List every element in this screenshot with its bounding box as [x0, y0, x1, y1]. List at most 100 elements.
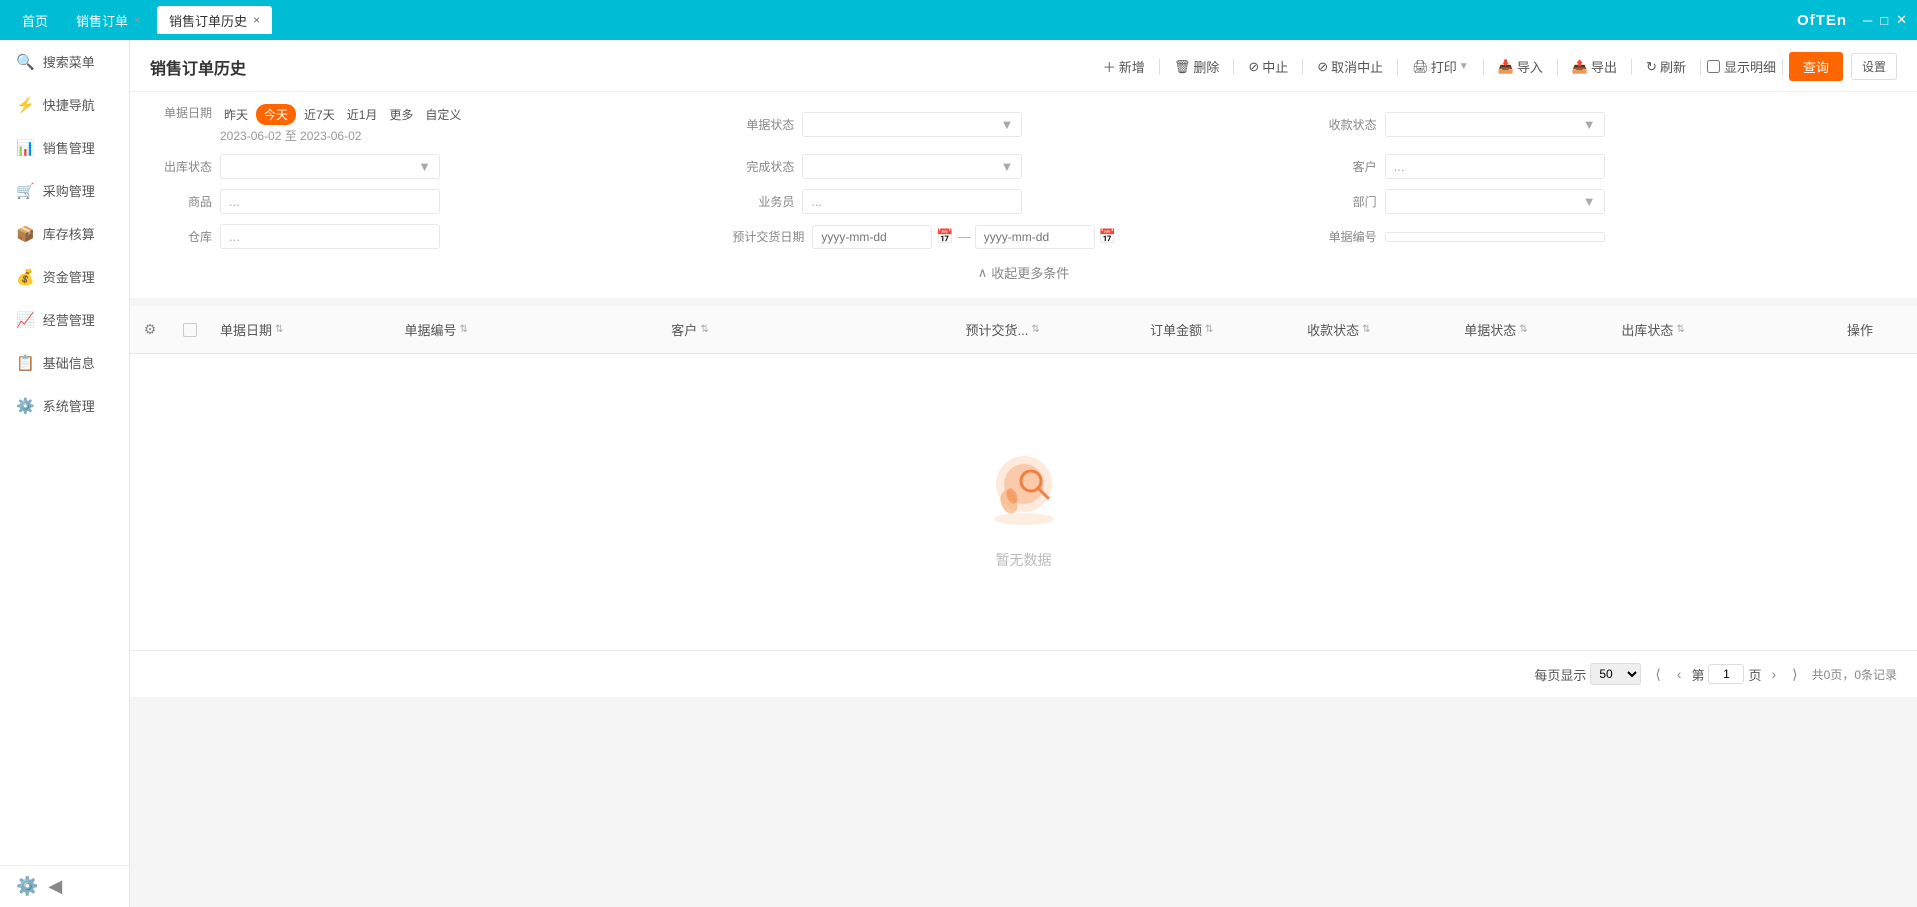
sidebar-item-system-mgmt[interactable]: ⚙️ 系统管理 [0, 384, 129, 427]
delivery-date-end-input[interactable] [975, 225, 1095, 249]
print-button[interactable]: 🖨 打印 ▼ [1404, 53, 1476, 80]
tab-sales-order-history[interactable]: 销售订单历史 × [157, 6, 272, 34]
filter-payment-status-group: 收款状态 ▼ [1315, 112, 1897, 137]
per-page-select[interactable]: 50 10 20 100 [1590, 663, 1641, 685]
th-date[interactable]: 单据日期 ⇅ [210, 314, 395, 345]
th-doc-status-label: 单据状态 [1464, 320, 1516, 339]
th-num-sort-icon: ⇅ [460, 324, 468, 335]
collapse-btn[interactable]: ∧ 收起更多条件 [978, 263, 1070, 282]
th-delivery[interactable]: 预计交货... ⇅ [956, 314, 1141, 345]
refresh-button[interactable]: ↻ 刷新 [1638, 53, 1694, 80]
calendar-end-icon[interactable]: 📅 [1099, 228, 1116, 245]
tab-sales-order-close[interactable]: × [134, 13, 141, 27]
doc-status-select[interactable]: ▼ [802, 112, 1022, 137]
settings-button[interactable]: 设置 [1851, 53, 1897, 80]
date-7days[interactable]: 近7天 [300, 104, 339, 125]
sidebar-item-inventory[interactable]: 📦 库存核算 [0, 212, 129, 255]
query-button[interactable]: 查询 [1789, 52, 1843, 81]
delete-button[interactable]: 🗑 删除 [1166, 53, 1228, 80]
payment-status-select[interactable]: ▼ [1385, 112, 1605, 137]
window-maximize[interactable]: □ [1880, 13, 1888, 28]
sidebar-item-operation[interactable]: 📈 经营管理 [0, 298, 129, 341]
display-cols-checkbox[interactable] [1707, 60, 1720, 73]
sidebar-item-system-mgmt-label: 系统管理 [43, 396, 95, 415]
sidebar-item-inventory-label: 库存核算 [43, 224, 95, 243]
delivery-date-label: 预计交货日期 [732, 228, 812, 245]
customer-input[interactable]: ... [1385, 154, 1605, 179]
page-first-btn[interactable]: ⟨ [1649, 664, 1666, 685]
tab-sales-order-history-close[interactable]: × [253, 13, 260, 27]
display-cols-checkbox-wrap[interactable]: 显示明细 [1707, 57, 1776, 76]
date-control: 昨天 今天 近7天 近1月 更多 自定义 2023-06-02 至 2023-0… [220, 104, 465, 144]
th-client[interactable]: 客户 ⇅ [661, 314, 955, 345]
date-yesterday[interactable]: 昨天 [220, 104, 252, 125]
date-more[interactable]: 更多 [385, 104, 417, 125]
salesman-input[interactable]: ... [802, 189, 1022, 214]
th-pay-status[interactable]: 收款状态 ⇅ [1297, 314, 1454, 345]
sidebar: 🔍 搜索菜单 ⚡ 快捷导航 📊 销售管理 🛒 采购管理 📦 库存核算 💰 资金管… [0, 40, 130, 907]
date-1month[interactable]: 近1月 [343, 104, 382, 125]
cancel-stop-button[interactable]: ⊘ 取消中止 [1309, 53, 1391, 80]
filter-warehouse-group: 仓库 ... [150, 224, 732, 249]
divider-1 [1159, 59, 1160, 75]
sidebar-item-search-menu[interactable]: 🔍 搜索菜单 [0, 40, 129, 83]
th-pay-status-sort-icon: ⇅ [1362, 324, 1370, 335]
filter-date-group: 单据日期 昨天 今天 近7天 近1月 更多 自定义 2023-06-02 至 2… [150, 104, 732, 144]
sidebar-settings-btn[interactable]: ⚙️ [16, 876, 38, 897]
th-client-label: 客户 [671, 320, 697, 339]
dept-select[interactable]: ▼ [1385, 189, 1605, 214]
out-status-select[interactable]: ▼ [220, 154, 440, 179]
delivery-date-start-input[interactable] [812, 225, 932, 249]
chevron-up-icon: ∧ [978, 265, 988, 281]
import-button[interactable]: 📥 导入 [1490, 53, 1551, 80]
sidebar-collapse-btn[interactable]: ◀ [48, 876, 62, 897]
collapse-row: ∧ 收起更多条件 [150, 259, 1897, 286]
divider-7 [1631, 59, 1632, 75]
date-label: 单据日期 [150, 104, 220, 121]
th-amount[interactable]: 订单金额 ⇅ [1140, 314, 1297, 345]
page-last-btn[interactable]: ⟩ [1786, 664, 1803, 685]
th-num[interactable]: 单据编号 ⇅ [395, 314, 662, 345]
tab-sales-order-label: 销售订单 [76, 11, 128, 30]
window-minimize[interactable]: ─ [1863, 13, 1872, 28]
th-amount-sort-icon: ⇅ [1205, 324, 1213, 335]
tab-sales-order[interactable]: 销售订单 × [64, 6, 153, 34]
sidebar-item-base-info[interactable]: 📋 基础信息 [0, 341, 129, 384]
sidebar-item-quick-nav[interactable]: ⚡ 快捷导航 [0, 83, 129, 126]
settings-th[interactable]: ⚙ [130, 315, 170, 344]
th-doc-status[interactable]: 单据状态 ⇅ [1454, 314, 1611, 345]
column-settings-icon[interactable]: ⚙ [144, 321, 157, 338]
new-button[interactable]: ＋ 新增 [1095, 53, 1153, 80]
date-today[interactable]: 今天 [256, 104, 296, 125]
sidebar-item-sales-mgmt[interactable]: 📊 销售管理 [0, 126, 129, 169]
tab-home[interactable]: 首页 [10, 11, 60, 30]
page-number-input[interactable] [1708, 664, 1744, 684]
sidebar-item-purchase-mgmt[interactable]: 🛒 采购管理 [0, 169, 129, 212]
complete-status-select[interactable]: ▼ [802, 154, 1022, 179]
calendar-start-icon[interactable]: 📅 [936, 228, 953, 245]
filter-doc-status-group: 单据状态 ▼ [732, 112, 1314, 137]
out-status-arrow-icon: ▼ [418, 159, 431, 174]
system-mgmt-icon: ⚙️ [16, 397, 35, 415]
divider-3 [1302, 59, 1303, 75]
sidebar-item-finance-label: 资金管理 [43, 267, 95, 286]
sidebar-item-finance[interactable]: 💰 资金管理 [0, 255, 129, 298]
page-prev-btn[interactable]: ‹ [1671, 664, 1688, 684]
select-all-checkbox[interactable] [183, 323, 197, 337]
finance-icon: 💰 [16, 268, 35, 286]
payment-status-arrow-icon: ▼ [1583, 117, 1596, 132]
th-out-status[interactable]: 出库状态 ⇅ [1611, 314, 1837, 345]
complete-status-label: 完成状态 [732, 158, 802, 175]
date-range-text: 2023-06-02 至 2023-06-02 [220, 127, 465, 144]
warehouse-input[interactable]: ... [220, 224, 440, 249]
doc-num-input[interactable] [1385, 232, 1605, 242]
product-input[interactable]: ... [220, 189, 440, 214]
date-custom[interactable]: 自定义 [421, 104, 465, 125]
window-close[interactable]: ✕ [1896, 12, 1907, 28]
export-button[interactable]: 📤 导出 [1564, 53, 1625, 80]
stop-button[interactable]: ⊘ 中止 [1240, 53, 1296, 80]
th-doc-status-sort-icon: ⇅ [1519, 324, 1527, 335]
doc-status-arrow-icon: ▼ [1000, 117, 1013, 132]
page-next-btn[interactable]: › [1766, 664, 1783, 684]
th-num-label: 单据编号 [405, 320, 457, 339]
